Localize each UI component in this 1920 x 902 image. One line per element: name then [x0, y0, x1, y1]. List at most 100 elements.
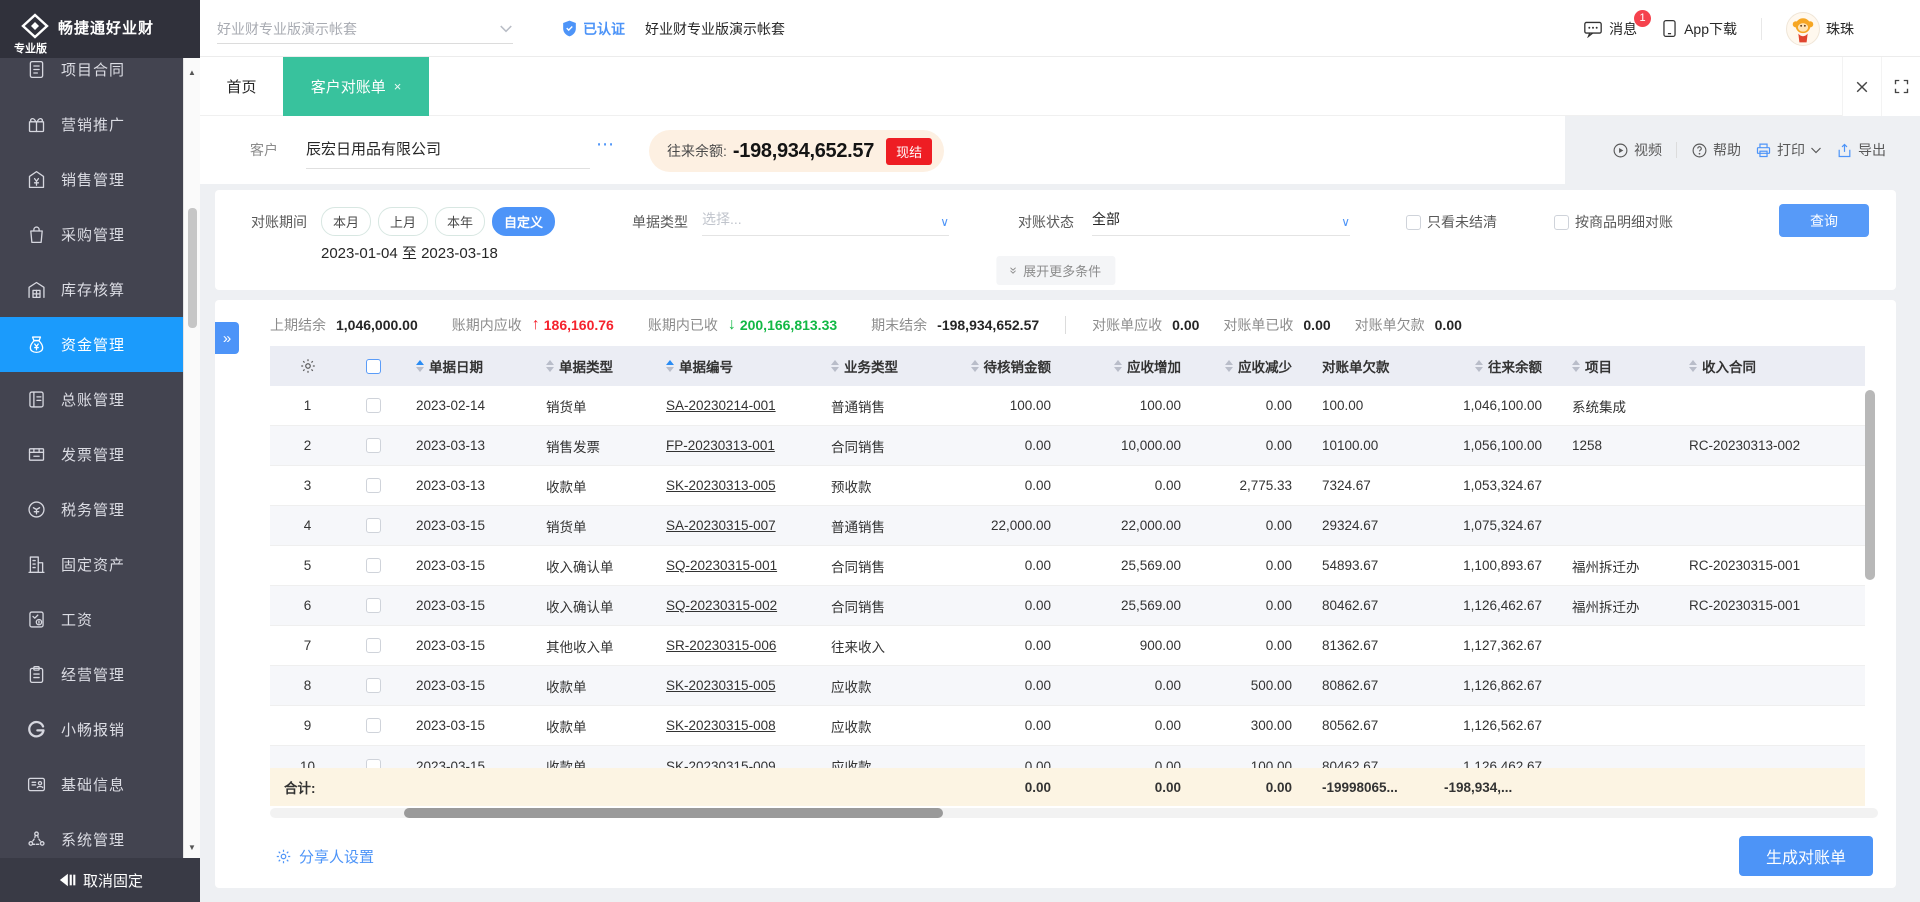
- period-pill-本年[interactable]: 本年: [435, 207, 486, 236]
- sort-icon[interactable]: [546, 360, 554, 372]
- sidebar-item-经营管理[interactable]: 经营管理: [0, 647, 183, 702]
- column-header-label[interactable]: 单据编号: [679, 356, 733, 376]
- row-checkbox[interactable]: [366, 478, 381, 493]
- sidebar-item-基础信息[interactable]: 基础信息: [0, 757, 183, 812]
- sort-icon[interactable]: [970, 360, 979, 372]
- expand-more-button[interactable]: » 展开更多条件: [995, 256, 1116, 285]
- column-header-label[interactable]: 业务类型: [844, 356, 898, 376]
- doc-number-link[interactable]: SK-20230313-005: [666, 478, 776, 493]
- by-product-checkbox[interactable]: [1554, 214, 1569, 230]
- column-header-label[interactable]: 单据类型: [559, 356, 613, 376]
- sidebar-unpin-button[interactable]: 取消固定: [0, 858, 200, 902]
- horizontal-scroll-thumb[interactable]: [404, 808, 943, 818]
- row-checkbox[interactable]: [366, 558, 381, 573]
- expand-side-panel-button[interactable]: »: [215, 322, 239, 354]
- select-all-checkbox[interactable]: [366, 358, 381, 374]
- messages-button[interactable]: 消息 1: [1583, 9, 1652, 39]
- period-pill-custom[interactable]: 自定义: [492, 207, 556, 236]
- sidebar-item-总账管理[interactable]: 总账管理: [0, 372, 183, 427]
- table-row[interactable]: 6 2023-03-15 收入确认单 SQ-20230315-002 合同销售 0.00 2…: [270, 586, 1865, 626]
- doc-number-link[interactable]: SQ-20230315-001: [666, 558, 777, 573]
- row-checkbox[interactable]: [366, 398, 381, 413]
- column-header-label[interactable]: 收入合同: [1702, 356, 1756, 376]
- column-settings-gear-icon[interactable]: [299, 357, 317, 375]
- help-button[interactable]: 帮助: [1691, 140, 1741, 160]
- date-range-value[interactable]: 2023-01-04 至 2023-03-18: [321, 242, 498, 263]
- column-header-label[interactable]: 待核销金额: [984, 356, 1052, 376]
- sidebar-item-资金管理[interactable]: 资金管理: [0, 317, 183, 372]
- sidebar-scrollbar[interactable]: ▲ ▼: [183, 58, 200, 858]
- doc-number-link[interactable]: FP-20230313-001: [666, 438, 775, 453]
- export-button[interactable]: 导出: [1836, 140, 1886, 160]
- settle-now-button[interactable]: 现结: [886, 137, 933, 165]
- doc-number-link[interactable]: SQ-20230315-002: [666, 598, 777, 613]
- doc-type-select[interactable]: 选择... ∨: [702, 204, 949, 236]
- column-header-label[interactable]: 单据日期: [429, 356, 483, 376]
- vertical-scroll-thumb[interactable]: [1865, 390, 1875, 580]
- row-checkbox[interactable]: [366, 638, 381, 653]
- doc-number-link[interactable]: SK-20230315-005: [666, 678, 776, 693]
- row-checkbox[interactable]: [366, 678, 381, 693]
- customer-name-select[interactable]: 辰宏日用品有限公司: [306, 138, 590, 169]
- table-row[interactable]: 102023-03-15收款单SK-20230315-009应收款0.000.0…: [270, 746, 1865, 775]
- query-button[interactable]: 查询: [1779, 204, 1869, 237]
- share-settings-button[interactable]: 分享人设置: [275, 846, 374, 867]
- sort-icon[interactable]: [1475, 360, 1483, 372]
- sort-icon[interactable]: [1225, 360, 1233, 372]
- row-checkbox[interactable]: [366, 438, 381, 453]
- scroll-down-icon[interactable]: ▼: [184, 843, 200, 852]
- table-row[interactable]: 5 2023-03-15 收入确认单 SQ-20230315-001 合同销售 0.00 2…: [270, 546, 1865, 586]
- sidebar-item-工资[interactable]: 工资: [0, 592, 183, 647]
- sidebar-item-小畅报销[interactable]: 小畅报销: [0, 702, 183, 757]
- table-row[interactable]: 3 2023-03-13 收款单 SK-20230313-005 预收款 0.00 0.00…: [270, 466, 1865, 506]
- sort-icon[interactable]: [1572, 360, 1580, 372]
- doc-number-link[interactable]: SA-20230315-007: [666, 518, 776, 533]
- fullscreen-button[interactable]: [1881, 57, 1920, 116]
- period-pill-本月[interactable]: 本月: [321, 207, 372, 236]
- period-pill-上月[interactable]: 上月: [378, 207, 429, 236]
- table-row[interactable]: 9 2023-03-15 收款单 SK-20230315-008 应收款 0.00 0.00…: [270, 706, 1865, 746]
- table-row[interactable]: 4 2023-03-15 销货单 SA-20230315-007 普通销售 22,000.…: [270, 506, 1865, 546]
- sort-icon[interactable]: [1689, 360, 1697, 372]
- scroll-up-icon[interactable]: ▲: [184, 68, 200, 77]
- column-header-label[interactable]: 应收增加: [1127, 356, 1181, 376]
- sidebar-item-采购管理[interactable]: 采购管理: [0, 207, 183, 262]
- tab-home[interactable]: 首页: [200, 57, 283, 116]
- sidebar-item-发票管理[interactable]: 发票管理: [0, 427, 183, 482]
- print-button[interactable]: 打印: [1755, 140, 1822, 160]
- account-set-select[interactable]: 好业财专业版演示帐套: [217, 14, 513, 44]
- table-row[interactable]: 2 2023-03-13 销售发票 FP-20230313-001 合同销售 0.00 10…: [270, 426, 1865, 466]
- table-row[interactable]: 7 2023-03-15 其他收入单 SR-20230315-006 往来收入 0.00 9…: [270, 626, 1865, 666]
- table-row[interactable]: 1 2023-02-14 销货单 SA-20230214-001 普通销售 100.00 1…: [270, 386, 1865, 426]
- sidebar-item-项目合同[interactable]: 项目合同: [0, 58, 183, 97]
- generate-statement-button[interactable]: 生成对账单: [1739, 836, 1873, 876]
- more-options-icon[interactable]: ⋯: [596, 134, 616, 155]
- unsettled-checkbox[interactable]: [1406, 214, 1421, 230]
- tab-close-icon[interactable]: ×: [394, 79, 402, 94]
- column-header-label[interactable]: 对账单欠款: [1322, 356, 1390, 376]
- sidebar-scroll-thumb[interactable]: [188, 208, 197, 328]
- sidebar-item-系统管理[interactable]: 系统管理: [0, 812, 183, 858]
- row-checkbox[interactable]: [366, 718, 381, 733]
- sidebar-item-营销推广[interactable]: 营销推广: [0, 97, 183, 152]
- by-product-checkbox-row[interactable]: 按商品明细对账: [1554, 212, 1673, 232]
- user-menu[interactable]: 珠珠: [1786, 11, 1854, 46]
- doc-number-link[interactable]: SA-20230214-001: [666, 398, 776, 413]
- video-button[interactable]: 视频: [1612, 140, 1662, 160]
- tab-customer-statement[interactable]: 客户对账单 ×: [283, 57, 429, 116]
- column-header-label[interactable]: 应收减少: [1238, 356, 1292, 376]
- unsettled-checkbox-row[interactable]: 只看未结清: [1406, 212, 1497, 232]
- status-select[interactable]: 全部 ∨: [1092, 204, 1350, 236]
- doc-number-link[interactable]: SR-20230315-006: [666, 638, 776, 653]
- sort-icon[interactable]: [1114, 360, 1122, 372]
- sort-icon[interactable]: [416, 360, 424, 372]
- table-row[interactable]: 8 2023-03-15 收款单 SK-20230315-005 应收款 0.00 0.00…: [270, 666, 1865, 706]
- column-header-label[interactable]: 往来余额: [1488, 356, 1542, 376]
- app-download-button[interactable]: App下载: [1661, 19, 1737, 39]
- sidebar-item-固定资产[interactable]: 固定资产: [0, 537, 183, 592]
- sidebar-item-库存核算[interactable]: 库存核算: [0, 262, 183, 317]
- sort-icon[interactable]: [666, 360, 674, 372]
- column-header-label[interactable]: 项目: [1585, 356, 1612, 376]
- close-tab-button[interactable]: [1842, 57, 1881, 116]
- sidebar-item-税务管理[interactable]: 税务管理: [0, 482, 183, 537]
